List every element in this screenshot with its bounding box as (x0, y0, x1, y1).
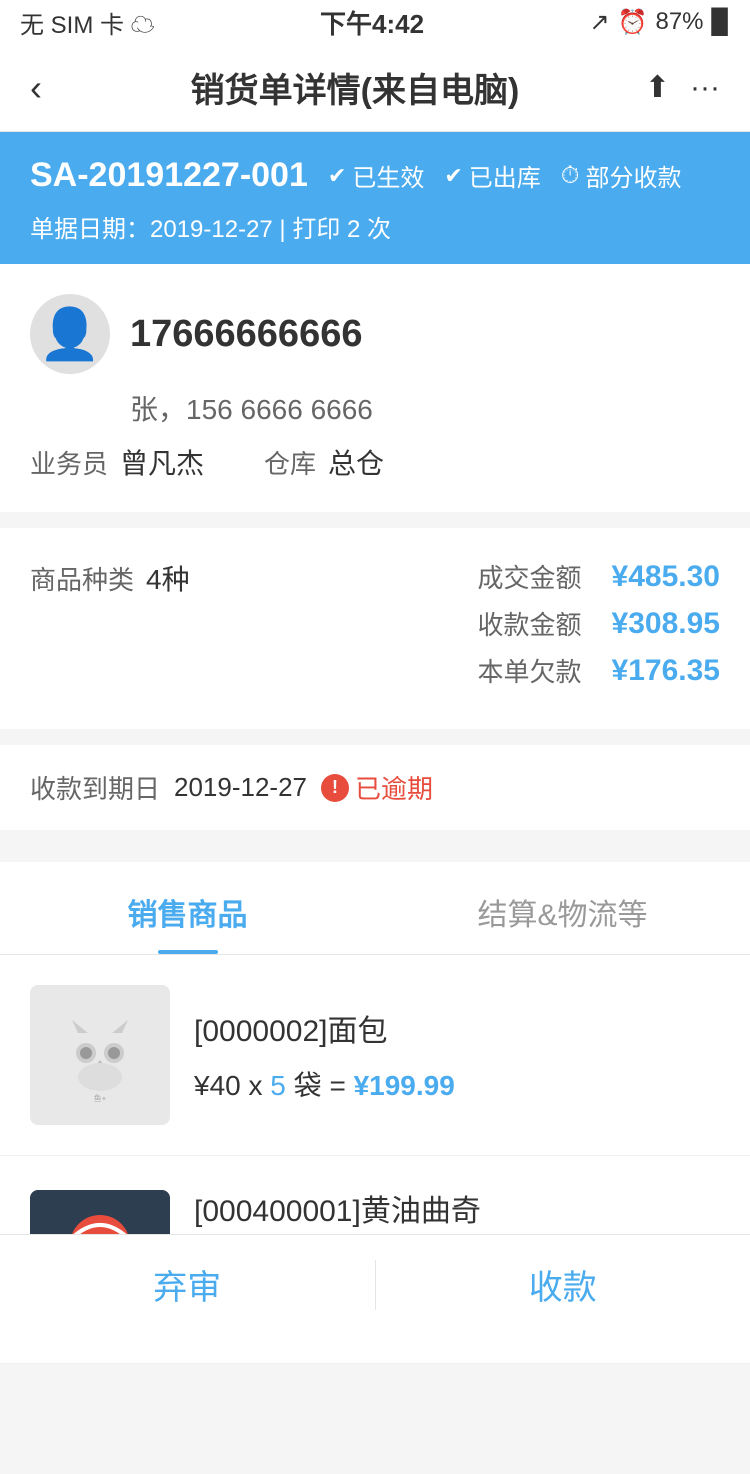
abandon-button[interactable]: 弃审 (0, 1240, 375, 1329)
debt-value: ¥176.35 (612, 654, 720, 688)
clock-icon: ⏱ (561, 162, 580, 190)
sales-person: 业务员 曾凡杰 (30, 442, 204, 482)
summary-section: 商品种类 4种 成交金额 ¥485.30 收款金额 ¥308.95 本单欠款 ¥… (0, 528, 750, 729)
owl-icon: 鱼+ (50, 1005, 150, 1105)
due-section: 收款到期日 2019-12-27 ! 已逾期 (0, 745, 750, 830)
product-item[interactable]: 鱼+ [0000002]面包 ¥40 x 5 袋 = ¥199.99 (0, 955, 750, 1156)
sim-status: 无 SIM 卡 ☁ (20, 5, 155, 40)
customer-meta: 业务员 曾凡杰 仓库 总仓 (30, 442, 720, 482)
sales-value: 曾凡杰 (120, 442, 204, 482)
status-shipped-label: 已出库 (469, 158, 541, 193)
customer-phone: 17666666666 (130, 313, 362, 356)
tabs-section: 销售商品 结算&物流等 (0, 862, 750, 955)
price-total-1: ¥199.99 (354, 1070, 455, 1101)
overdue-dot-icon: ! (321, 774, 349, 802)
status-partial-label: 部分收款 (586, 158, 682, 193)
customer-name: 张，156 6666 6666 (30, 388, 720, 428)
due-label: 收款到期日 (30, 769, 160, 806)
receipt-label: 收款金额 (478, 605, 582, 642)
price-qty-1: 5 (270, 1070, 286, 1101)
warehouse-label: 仓库 (264, 444, 316, 481)
overdue-text: 已逾期 (355, 769, 433, 806)
more-icon[interactable]: ··· (690, 71, 720, 105)
product-image-1: 鱼+ (30, 985, 170, 1125)
debt-amount-row: 本单欠款 ¥176.35 (478, 652, 720, 689)
order-date: 单据日期：2019-12-27 | 打印 2 次 (30, 209, 720, 244)
deal-label: 成交金额 (478, 558, 582, 595)
status-active-label: 已生效 (352, 158, 424, 193)
status-left: 无 SIM 卡 ☁ (20, 5, 155, 40)
order-banner: SA-20191227-001 ✔ 已生效 ✔ 已出库 ⏱ 部分收款 单据日期：… (0, 132, 750, 264)
deal-value: ¥485.30 (612, 560, 720, 594)
price-unit-1: 袋 (294, 1070, 322, 1101)
divider-2 (0, 729, 750, 745)
bottom-spacer (0, 1364, 750, 1474)
product-type-value: 4种 (146, 558, 190, 598)
summary-left: 商品种类 4种 (30, 558, 190, 606)
page-title: 销货单详情(来自电脑) (90, 63, 620, 112)
share-icon[interactable]: ⬆ (645, 70, 670, 105)
status-time: 下午4:42 (320, 4, 424, 41)
deal-amount-row: 成交金额 ¥485.30 (478, 558, 720, 595)
product-type-item: 商品种类 4种 (30, 558, 190, 598)
status-bar: 无 SIM 卡 ☁ 下午4:42 ↗ ⏰ 87% ▉ (0, 0, 750, 44)
product-thumb-1: 鱼+ (30, 985, 170, 1125)
battery-text: 87% (655, 8, 703, 36)
product-name-2: [000400001]黄油曲奇 (194, 1186, 720, 1230)
warehouse-value: 总仓 (328, 442, 384, 482)
product-name-1: [0000002]面包 (194, 1006, 720, 1050)
collect-button[interactable]: 收款 (376, 1240, 750, 1329)
alarm-icon: ⏰ (618, 8, 648, 37)
status-badge-active: ✔ 已生效 (328, 158, 424, 193)
price-eq-1: = (329, 1070, 353, 1101)
status-badge-shipped: ✔ 已出库 (444, 158, 540, 193)
avatar: 👤 (30, 294, 110, 374)
customer-section: 👤 17666666666 张，156 6666 6666 业务员 曾凡杰 仓库… (0, 264, 750, 512)
divider-1 (0, 512, 750, 528)
due-date-value: 2019-12-27 (174, 772, 307, 803)
tab-products[interactable]: 销售商品 (0, 862, 375, 954)
tabs-row: 销售商品 结算&物流等 (0, 862, 750, 954)
product-type-label: 商品种类 (30, 560, 134, 597)
overdue-badge: ! 已逾期 (321, 769, 433, 806)
order-id: SA-20191227-001 (30, 156, 308, 195)
tab-products-label: 销售商品 (128, 899, 248, 932)
bottom-bar: 弃审 收款 (0, 1234, 750, 1334)
svg-text:鱼+: 鱼+ (94, 1093, 107, 1103)
receipt-value: ¥308.95 (612, 607, 720, 641)
summary-grid: 商品种类 4种 成交金额 ¥485.30 收款金额 ¥308.95 本单欠款 ¥… (30, 558, 720, 699)
user-icon: 👤 (39, 305, 101, 364)
receipt-amount-row: 收款金额 ¥308.95 (478, 605, 720, 642)
divider-3 (0, 830, 750, 846)
tab-settlement-label: 结算&物流等 (477, 899, 647, 932)
product-price-1: ¥40 x 5 袋 = ¥199.99 (194, 1064, 720, 1104)
check-icon-1: ✔ (328, 163, 346, 189)
summary-right: 成交金额 ¥485.30 收款金额 ¥308.95 本单欠款 ¥176.35 (478, 558, 720, 699)
location-icon: ↗ (589, 8, 609, 37)
status-badge-partial: ⏱ 部分收款 (561, 158, 682, 193)
nav-bar: ‹ 销货单详情(来自电脑) ⬆ ··· (0, 44, 750, 132)
banner-row1: SA-20191227-001 ✔ 已生效 ✔ 已出库 ⏱ 部分收款 (30, 156, 720, 195)
nav-actions: ⬆ ··· (620, 70, 720, 105)
tab-settlement[interactable]: 结算&物流等 (375, 862, 750, 954)
warehouse: 仓库 总仓 (264, 442, 384, 482)
product-info-1: [0000002]面包 ¥40 x 5 袋 = ¥199.99 (194, 1006, 720, 1104)
sales-label: 业务员 (30, 444, 108, 481)
customer-row: 👤 17666666666 (30, 294, 720, 374)
check-icon-2: ✔ (444, 163, 462, 189)
status-right: ↗ ⏰ 87% ▉ (589, 8, 730, 37)
price-base-1: ¥40 (194, 1070, 241, 1101)
back-button[interactable]: ‹ (30, 67, 90, 109)
battery-icon: ▉ (712, 8, 730, 37)
debt-label: 本单欠款 (478, 652, 582, 689)
price-x-1: x (249, 1070, 271, 1101)
